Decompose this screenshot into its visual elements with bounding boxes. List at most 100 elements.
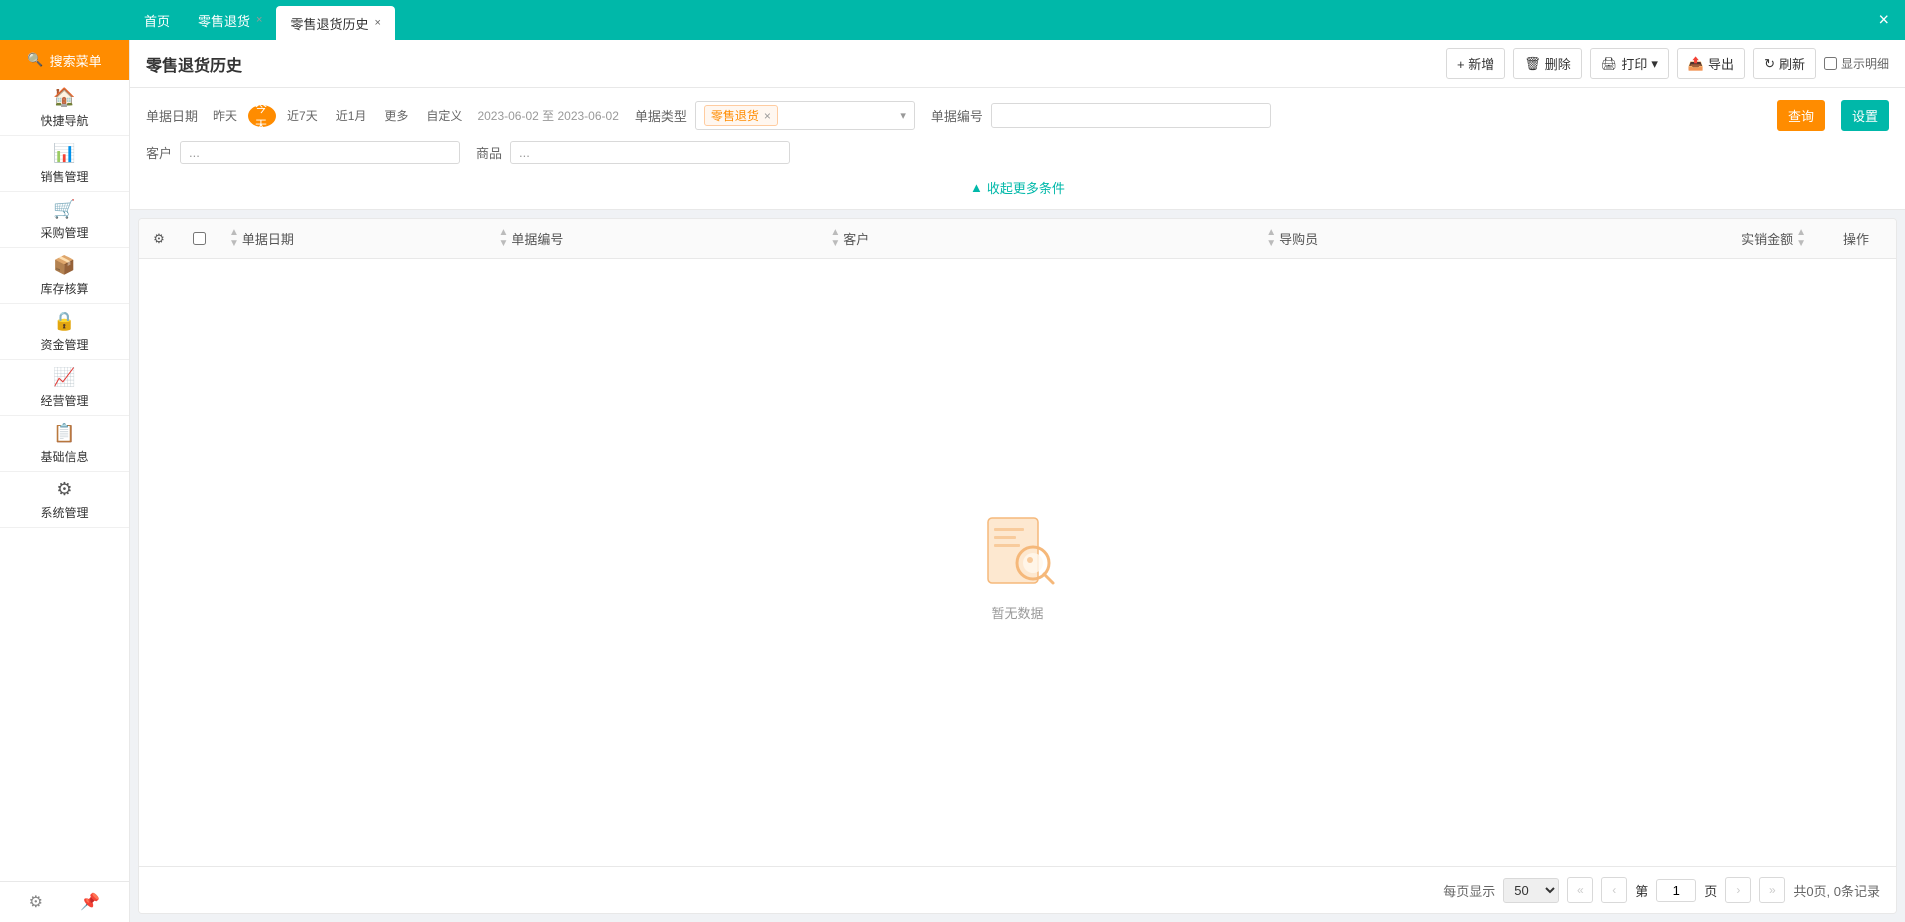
filter-area: 单据日期 昨天 今天 近7天 近1月 更多 自定义 2023-06-02 至 2…: [130, 88, 1905, 210]
search-icon: 🔍: [27, 52, 43, 68]
date-btn-today[interactable]: 今天: [248, 105, 276, 127]
topbar: 首页 零售退货 × 零售退货历史 × ×: [0, 0, 1905, 40]
date-range-display: 2023-06-02 至 2023-06-02: [477, 107, 618, 124]
collapse-button[interactable]: ▲ 收起更多条件: [958, 174, 1077, 201]
sidebar: 🔍 搜索菜单 🏠 快捷导航 📊 销售管理 🛒 采购管理 📦 库存核算 🔒 资金管…: [0, 40, 130, 922]
home-icon: 🏠: [53, 87, 75, 108]
date-btn-yesterday[interactable]: 昨天: [206, 104, 244, 127]
sidebar-gear-button[interactable]: ⚙: [29, 892, 43, 912]
date-btn-7days[interactable]: 近7天: [280, 104, 325, 127]
window-close-button[interactable]: ×: [1878, 10, 1889, 31]
finance-icon: 🔒: [53, 311, 75, 332]
page-number-input[interactable]: [1656, 879, 1696, 902]
sidebar-item-basic-info[interactable]: 📋 基础信息: [0, 416, 129, 472]
delete-icon: 🗑: [1524, 56, 1541, 72]
sidebar-item-finance[interactable]: 🔒 资金管理: [0, 304, 129, 360]
date-buttons: 昨天 今天 近7天 近1月 更多 自定义: [206, 104, 469, 127]
page-title: 零售退货历史: [146, 52, 242, 76]
sort-amount-icon[interactable]: ▲▼: [1796, 228, 1806, 249]
per-page-select[interactable]: 50 10 20 100: [1503, 878, 1559, 903]
date-btn-custom[interactable]: 自定义: [419, 104, 469, 127]
show-detail-checkbox-label[interactable]: 显示明细: [1824, 55, 1889, 72]
next-page-button[interactable]: ›: [1725, 877, 1751, 903]
empty-text: 暂无数据: [991, 603, 1043, 622]
sort-date-icon[interactable]: ▲▼: [229, 228, 239, 249]
customer-label: 客户: [146, 143, 172, 162]
filter-row-2: 客户 ... 商品 ...: [146, 141, 1889, 164]
sort-guide-icon[interactable]: ▲▼: [1266, 228, 1276, 249]
print-dropdown-icon: ▾: [1651, 56, 1658, 72]
th-amount: 实销金额 ▲▼: [1588, 220, 1816, 257]
per-page-label: 每页显示: [1443, 881, 1495, 900]
print-icon: 🖨: [1601, 56, 1618, 72]
inventory-icon: 📦: [53, 255, 75, 276]
filter-row-1: 单据日期 昨天 今天 近7天 近1月 更多 自定义 2023-06-02 至 2…: [146, 100, 1889, 131]
query-button[interactable]: 查询: [1777, 100, 1825, 131]
sidebar-item-quick-nav[interactable]: 🏠 快捷导航: [0, 80, 129, 136]
last-page-button[interactable]: »: [1759, 877, 1785, 903]
sort-no-icon[interactable]: ▲▼: [499, 228, 509, 249]
sort-customer-icon[interactable]: ▲▼: [830, 228, 840, 249]
type-selector[interactable]: 零售退货 × ▾: [695, 101, 915, 130]
sidebar-search[interactable]: 🔍 搜索菜单: [0, 40, 129, 80]
customer-selector[interactable]: ...: [180, 141, 460, 164]
type-tag-close[interactable]: ×: [764, 109, 771, 123]
th-settings[interactable]: ⚙: [139, 223, 179, 255]
export-icon: 📤: [1688, 56, 1704, 72]
sidebar-footer: ⚙ 📌: [0, 881, 129, 922]
new-button[interactable]: + 新增: [1446, 48, 1505, 79]
system-icon: ⚙: [56, 479, 72, 500]
print-button[interactable]: 🖨 打印 ▾: [1590, 48, 1669, 79]
first-page-button[interactable]: «: [1567, 877, 1593, 903]
date-btn-more[interactable]: 更多: [377, 104, 415, 127]
tab-retail-return[interactable]: 零售退货 ×: [184, 0, 276, 40]
prev-page-button[interactable]: ‹: [1601, 877, 1627, 903]
th-customer: ▲▼ 客户: [820, 220, 1256, 257]
export-button[interactable]: 📤 导出: [1677, 48, 1745, 79]
th-no: ▲▼ 单据编号: [489, 220, 821, 257]
no-label: 单据编号: [931, 106, 983, 125]
customer-filter: 客户 ...: [146, 141, 460, 164]
date-filter: 单据日期 昨天 今天 近7天 近1月 更多 自定义 2023-06-02 至 2…: [146, 104, 619, 127]
main-layout: 🔍 搜索菜单 🏠 快捷导航 📊 销售管理 🛒 采购管理 📦 库存核算 🔒 资金管…: [0, 40, 1905, 922]
sidebar-item-sales[interactable]: 📊 销售管理: [0, 136, 129, 192]
goods-label: 商品: [476, 143, 502, 162]
header-actions: + 新增 🗑 删除 🖨 打印 ▾ 📤 导出 ↻ 刷新: [1446, 48, 1889, 79]
no-input[interactable]: [991, 103, 1271, 128]
page-header: 零售退货历史 + 新增 🗑 删除 🖨 打印 ▾ 📤 导出 ↻: [130, 40, 1905, 88]
th-guide: ▲▼ 导购员: [1256, 220, 1588, 257]
table-wrap: ⚙ ▲▼ 单据日期 ▲▼ 单据编号 ▲▼ 客户 ▲▼: [138, 218, 1897, 914]
content-area: 零售退货历史 + 新增 🗑 删除 🖨 打印 ▾ 📤 导出 ↻: [130, 40, 1905, 922]
goods-selector[interactable]: ...: [510, 141, 790, 164]
sidebar-pin-button[interactable]: 📌: [80, 892, 100, 912]
type-tag: 零售退货 ×: [704, 105, 778, 126]
tab-home[interactable]: 首页: [130, 0, 184, 40]
page-label: 第: [1635, 881, 1648, 900]
settings-button[interactable]: 设置: [1841, 100, 1889, 131]
th-date: ▲▼ 单据日期: [219, 220, 489, 257]
date-label: 单据日期: [146, 106, 198, 125]
date-btn-1month[interactable]: 近1月: [329, 104, 374, 127]
empty-illustration: [968, 503, 1068, 603]
sidebar-item-system[interactable]: ⚙ 系统管理: [0, 472, 129, 528]
empty-state: 暂无数据: [139, 259, 1896, 866]
column-settings-icon[interactable]: ⚙: [153, 231, 165, 247]
tab-retail-return-history-close[interactable]: ×: [374, 17, 380, 29]
select-all-checkbox[interactable]: [193, 232, 206, 245]
tab-retail-return-close[interactable]: ×: [256, 14, 262, 26]
th-checkbox[interactable]: [179, 224, 219, 253]
th-ops: 操作: [1816, 221, 1896, 256]
sidebar-item-purchase[interactable]: 🛒 采购管理: [0, 192, 129, 248]
sidebar-item-inventory[interactable]: 📦 库存核算: [0, 248, 129, 304]
type-label: 单据类型: [635, 106, 687, 125]
sidebar-item-operation[interactable]: 📈 经营管理: [0, 360, 129, 416]
show-detail-checkbox[interactable]: [1824, 57, 1837, 70]
delete-button[interactable]: 🗑 删除: [1513, 48, 1582, 79]
type-selector-arrow: ▾: [900, 109, 906, 122]
basic-info-icon: 📋: [53, 423, 75, 444]
page-suffix: 页: [1704, 881, 1717, 900]
tab-retail-return-history[interactable]: 零售退货历史 ×: [276, 6, 394, 40]
collapse-icon: ▲: [970, 180, 983, 195]
table-header: ⚙ ▲▼ 单据日期 ▲▼ 单据编号 ▲▼ 客户 ▲▼: [139, 219, 1896, 259]
refresh-button[interactable]: ↻ 刷新: [1753, 48, 1816, 79]
